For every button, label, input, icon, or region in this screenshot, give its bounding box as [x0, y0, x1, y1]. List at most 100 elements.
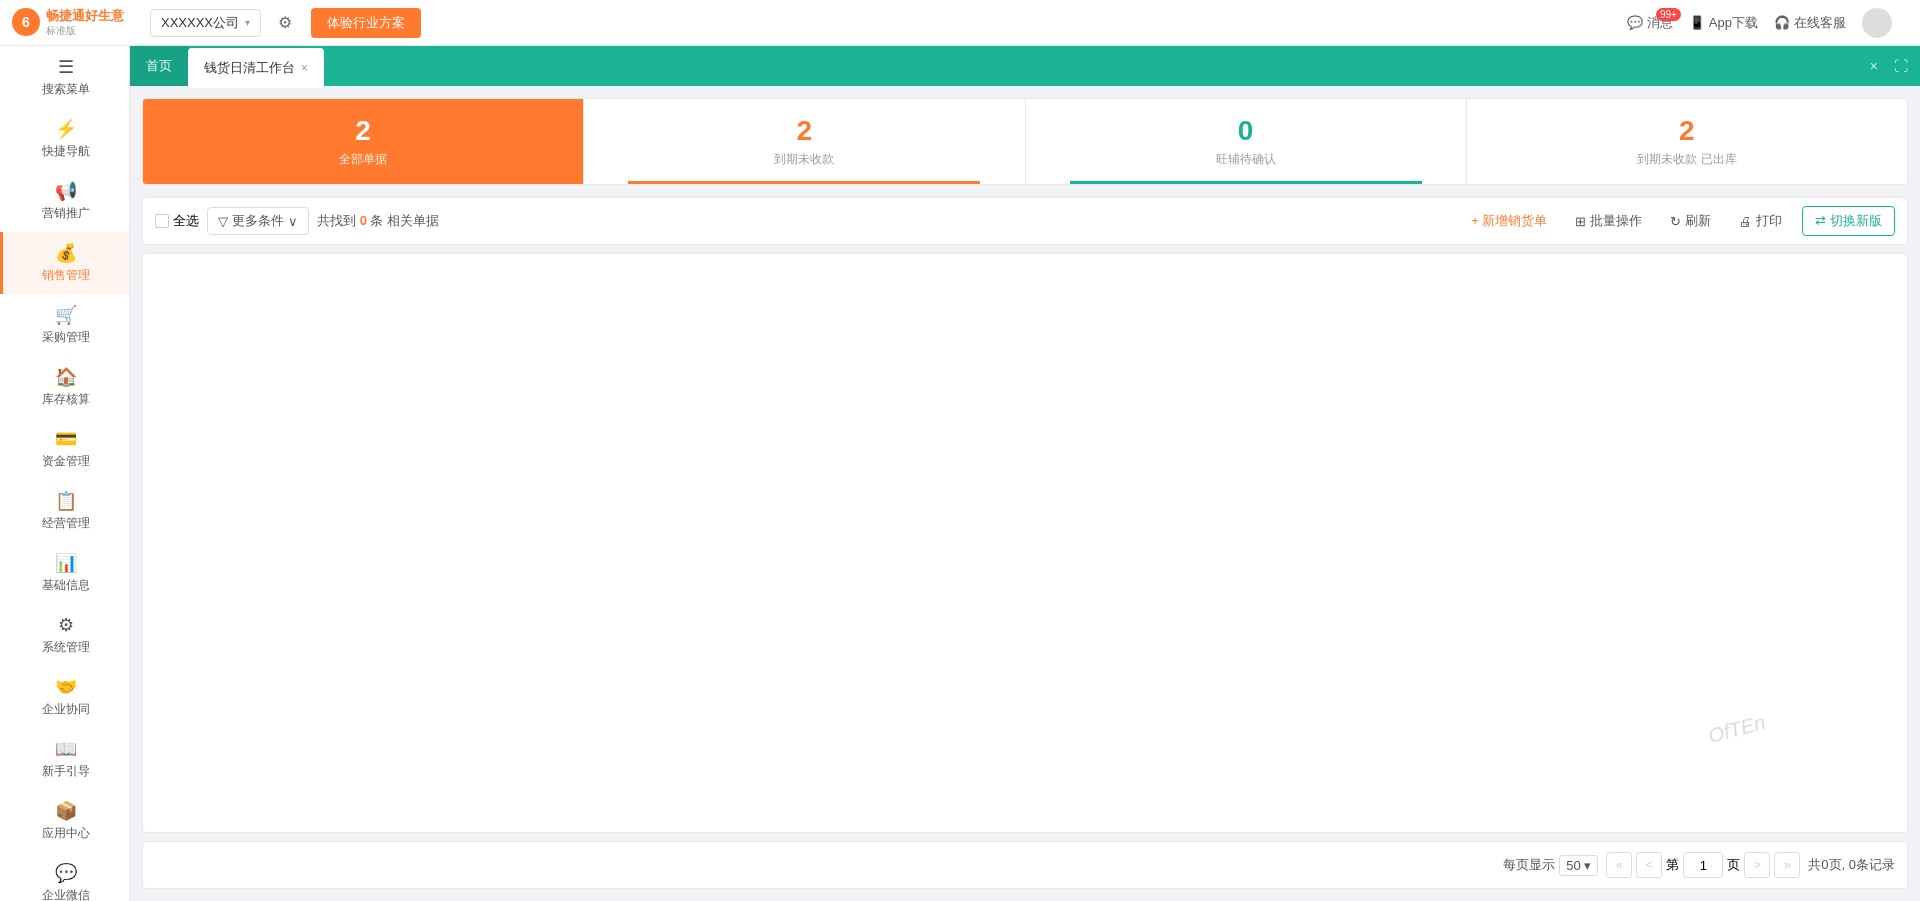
first-page-button[interactable]: «: [1606, 852, 1632, 878]
table-area: [142, 253, 1908, 833]
finance-label: 资金管理: [42, 453, 90, 470]
marketing-icon: 📢: [55, 180, 77, 202]
print-button[interactable]: 🖨 打印: [1731, 208, 1790, 234]
checkbox-icon: [155, 214, 169, 228]
stat-card-all[interactable]: 2 全部单据: [143, 99, 584, 184]
sidebar-item-quick-nav[interactable]: ⚡ 快捷导航: [0, 108, 129, 170]
last-page-button[interactable]: »: [1774, 852, 1800, 878]
logo-text: 畅捷通好生意 标准版: [46, 8, 124, 38]
batch-operation-button[interactable]: ⊞ 批量操作: [1567, 208, 1650, 234]
system-label: 系统管理: [42, 639, 90, 656]
total-info: 共0页, 0条记录: [1808, 856, 1895, 874]
app-download-label: App下载: [1709, 14, 1758, 32]
found-count: 0: [360, 213, 367, 228]
sidebar-item-marketing[interactable]: 📢 营销推广: [0, 170, 129, 232]
top-header: 6 畅捷通好生意 标准版 XXXXXX公司 ▾ ⚙ 体验行业方案 💬 消息 99…: [0, 0, 1920, 46]
add-icon: + 新增销货单: [1471, 212, 1547, 230]
page-prefix: 第: [1666, 856, 1679, 874]
wechat-label: 企业微信: [42, 887, 90, 901]
switch-label: 切换新版: [1830, 213, 1882, 228]
chevron-down-page-icon: ▾: [1584, 858, 1591, 873]
sidebar-item-sales[interactable]: 💰 销售管理: [0, 232, 129, 294]
main-layout: ☰ 搜索菜单 ⚡ 快捷导航 📢 营销推广 💰 销售管理 🛒 采购管理 🏠 库存核…: [0, 46, 1920, 901]
company-selector[interactable]: XXXXXX公司 ▾: [150, 9, 261, 37]
refresh-button[interactable]: ↻ 刷新: [1662, 208, 1719, 234]
logo-badge: 标准版: [46, 24, 124, 37]
sidebar-item-enterprise[interactable]: 🤝 企业协同: [0, 666, 129, 728]
search-menu-icon: ☰: [58, 56, 74, 78]
tab-min-button[interactable]: ×: [1866, 54, 1882, 78]
switch-icon: ⇄: [1815, 213, 1826, 228]
settings-button[interactable]: ⚙: [269, 7, 301, 39]
tab-bar-actions: × ⛶: [1866, 54, 1920, 78]
page-number-input[interactable]: [1683, 852, 1723, 878]
sidebar-item-finance[interactable]: 💳 资金管理: [0, 418, 129, 480]
add-sale-order-button[interactable]: + 新增销货单: [1463, 208, 1555, 234]
sidebar-item-basic-info[interactable]: 📊 基础信息: [0, 542, 129, 604]
online-service-label: 在线客服: [1794, 14, 1846, 32]
logo-area: 6 畅捷通好生意 标准版: [12, 8, 142, 38]
stat-label-all: 全部单据: [163, 151, 563, 168]
chevron-down-filter-icon: ∨: [288, 214, 298, 229]
online-service-button[interactable]: 🎧 在线客服: [1774, 14, 1846, 32]
purchase-icon: 🛒: [55, 304, 77, 326]
app-download-button[interactable]: 📱 App下载: [1689, 14, 1758, 32]
stat-number-overdue: 2: [604, 115, 1004, 147]
app-center-label: 应用中心: [42, 825, 90, 842]
per-page-label: 每页显示: [1503, 856, 1555, 874]
logo-main: 畅捷通好生意: [46, 8, 124, 25]
next-page-button[interactable]: >: [1744, 852, 1770, 878]
sidebar-item-purchase[interactable]: 🛒 采购管理: [0, 294, 129, 356]
per-page-select[interactable]: 50 ▾: [1559, 855, 1598, 876]
tab-max-button[interactable]: ⛶: [1890, 54, 1912, 78]
operation-label: 经营管理: [42, 515, 90, 532]
sidebar-item-system[interactable]: ⚙ 系统管理: [0, 604, 129, 666]
message-button[interactable]: 💬 消息 99+: [1627, 14, 1673, 32]
tab-active-label: 钱货日清工作台: [204, 59, 295, 77]
stat-label-shipped: 到期未收款 已出库: [1487, 151, 1887, 168]
app-download-icon: 📱: [1689, 15, 1705, 30]
stat-underline-wangfu: [1070, 181, 1422, 184]
sidebar-item-search[interactable]: ☰ 搜索菜单: [0, 46, 129, 108]
operation-icon: 📋: [55, 490, 77, 512]
stat-card-overdue[interactable]: 2 到期未收款: [584, 99, 1025, 184]
filter-label: 更多条件: [232, 212, 284, 230]
toolbar-left: 全选 ▽ 更多条件 ∨ 共找到 0 条 相关单据: [155, 207, 1455, 235]
sidebar-item-inventory[interactable]: 🏠 库存核算: [0, 356, 129, 418]
page-size-selector: 每页显示 50 ▾: [1503, 855, 1598, 876]
page-nav: « < 第 页 > »: [1606, 852, 1800, 878]
tab-active[interactable]: 钱货日清工作台 ×: [188, 48, 324, 88]
basic-info-icon: 📊: [55, 552, 77, 574]
tab-home[interactable]: 首页: [130, 46, 188, 86]
stat-label-wangfu: 旺辅待确认: [1046, 151, 1446, 168]
quick-nav-label: 快捷导航: [42, 143, 90, 160]
chevron-down-icon: ▾: [245, 17, 250, 28]
filter-button[interactable]: ▽ 更多条件 ∨: [207, 207, 309, 235]
select-all-checkbox[interactable]: 全选: [155, 212, 199, 230]
basic-info-label: 基础信息: [42, 577, 90, 594]
trial-button[interactable]: 体验行业方案: [311, 8, 421, 38]
purchase-label: 采购管理: [42, 329, 90, 346]
tab-close-button[interactable]: ×: [301, 61, 308, 75]
stat-card-shipped[interactable]: 2 到期未收款 已出库: [1467, 99, 1907, 184]
stats-row: 2 全部单据 2 到期未收款 0 旺辅待确认 2 到期未收款 已出库: [142, 98, 1908, 185]
sidebar-item-wechat[interactable]: 💬 企业微信: [0, 852, 129, 901]
switch-version-button[interactable]: ⇄ 切换新版: [1802, 206, 1895, 236]
prev-page-button[interactable]: <: [1636, 852, 1662, 878]
app-center-icon: 📦: [55, 800, 77, 822]
tab-home-label: 首页: [146, 57, 172, 75]
guide-icon: 📖: [55, 738, 77, 760]
stat-number-all: 2: [163, 115, 563, 147]
system-icon: ⚙: [58, 614, 74, 636]
sidebar-item-guide[interactable]: 📖 新手引导: [0, 728, 129, 790]
logo-icon: 6: [12, 8, 40, 36]
stat-number-wangfu: 0: [1046, 115, 1446, 147]
stat-card-wangfu[interactable]: 0 旺辅待确认: [1026, 99, 1467, 184]
avatar[interactable]: [1862, 8, 1892, 38]
wechat-icon: 💬: [55, 862, 77, 884]
sidebar-item-app-center[interactable]: 📦 应用中心: [0, 790, 129, 852]
select-all-label: 全选: [173, 212, 199, 230]
guide-label: 新手引导: [42, 763, 90, 780]
content-area: 首页 钱货日清工作台 × × ⛶ 2 全部单据 2 到期未收款: [130, 46, 1920, 901]
sidebar-item-operation[interactable]: 📋 经营管理: [0, 480, 129, 542]
